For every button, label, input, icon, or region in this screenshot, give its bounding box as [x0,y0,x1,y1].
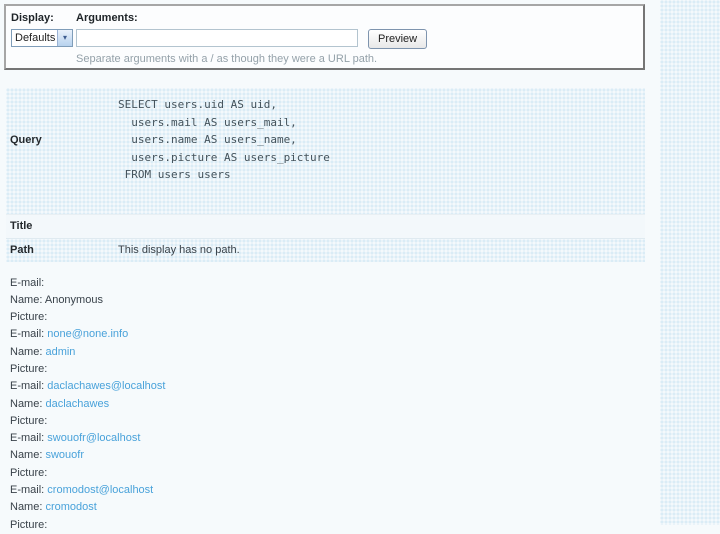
field-name-label: Name: [10,397,43,410]
field-name-row: Name: daclachawes [10,396,660,413]
field-name-label: Name: [10,293,43,306]
user-name-value: Anonymous [44,293,103,306]
field-picture-row: Picture: [10,309,660,326]
user-email-link[interactable]: daclachawes@localhost [47,380,165,392]
field-email-row: E-mail: [10,275,660,292]
field-picture-row: Picture: [10,361,660,378]
display-label: Display: [11,12,54,24]
query-row: Query SELECT users.uid AS uid, users.mai… [6,88,645,214]
results-list: E-mail: Name: Anonymous Picture: E-mail: … [10,275,660,534]
user-email-link[interactable]: cromodost@localhost [47,484,153,496]
title-label: Title [10,219,33,232]
user-name-link[interactable]: cromodost [45,501,96,513]
path-label: Path [10,243,34,256]
field-email-row: E-mail: swouofr@localhost [10,430,660,447]
preview-button[interactable]: Preview [368,29,428,49]
arguments-hint: Separate arguments with a / as though th… [76,53,378,65]
field-picture-row: Picture: [10,465,660,482]
field-picture-label: Picture: [10,362,48,375]
view-info-table: Query SELECT users.uid AS uid, users.mai… [6,88,645,262]
display-select-value: Defaults [15,32,56,44]
user-email-link[interactable]: none@none.info [47,328,128,340]
title-row: Title [6,213,645,238]
user-email-link[interactable]: swouofr@localhost [47,432,140,444]
display-select[interactable]: Defaults ▾ [11,29,73,47]
field-email-label: E-mail: [10,484,45,497]
field-picture-label: Picture: [10,311,48,324]
field-name-row: Name: Anonymous [10,292,660,309]
field-email-row: E-mail: cromodost@localhost [10,482,660,499]
field-email-label: E-mail: [10,328,45,341]
query-label: Query [10,133,42,146]
field-picture-label: Picture: [10,414,48,427]
field-email-label: E-mail: [10,432,45,445]
path-value: This display has no path. [118,243,240,256]
query-sql: SELECT users.uid AS uid, users.mail AS u… [118,98,330,181]
chevron-down-icon: ▾ [57,30,72,46]
field-email-label: E-mail: [10,276,45,289]
field-email-row: E-mail: none@none.info [10,326,660,343]
field-picture-label: Picture: [10,466,48,479]
field-name-label: Name: [10,501,43,514]
page-background-band [660,0,720,525]
path-row: Path This display has no path. [6,237,645,262]
field-email-row: E-mail: daclachawes@localhost [10,378,660,395]
arguments-label: Arguments: [76,12,138,24]
user-name-link[interactable]: swouofr [45,449,84,461]
preview-panel: Display: Defaults ▾ Arguments: Preview S… [4,4,645,70]
field-name-row: Name: cromodost [10,499,660,516]
field-name-row: Name: swouofr [10,447,660,464]
arguments-input[interactable] [76,29,358,47]
field-name-label: Name: [10,449,43,462]
field-picture-row: Picture: [10,517,660,534]
views-preview-page: Display: Defaults ▾ Arguments: Preview S… [0,0,660,534]
user-name-link[interactable]: daclachawes [45,398,109,410]
field-name-row: Name: admin [10,344,660,361]
field-name-label: Name: [10,345,43,358]
field-picture-row: Picture: [10,413,660,430]
user-name-link[interactable]: admin [45,346,75,358]
field-email-label: E-mail: [10,380,45,393]
